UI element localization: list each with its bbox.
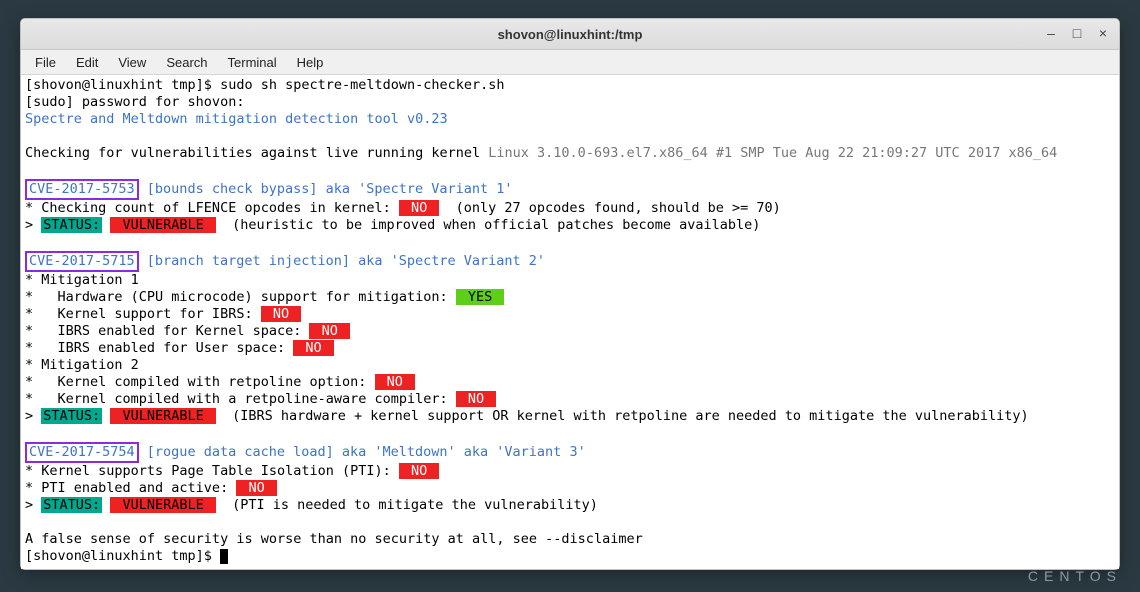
window-controls: – □ × <box>1041 23 1113 43</box>
status-prefix: > <box>25 497 41 513</box>
no-badge: NO <box>236 480 277 496</box>
cve-2017-5754-id: CVE-2017-5754 <box>29 444 135 460</box>
menu-terminal[interactable]: Terminal <box>218 53 287 72</box>
mitigation-1: * Mitigation 1 <box>25 272 139 288</box>
cve-2017-5753-id: CVE-2017-5753 <box>29 181 135 197</box>
cve-2017-5754-desc: [rogue data cache load] aka 'Meltdown' a… <box>139 444 586 460</box>
cve3-pti-line: * Kernel supports Page Table Isolation (… <box>25 463 399 479</box>
menu-view[interactable]: View <box>108 53 156 72</box>
vulnerable-badge: VULNERABLE <box>110 408 216 424</box>
no-badge: NO <box>293 340 334 356</box>
prompt: [shovon@linuxhint tmp]$ <box>25 77 220 93</box>
cve-2017-5753-desc: [bounds check bypass] aka 'Spectre Varia… <box>139 181 513 197</box>
cve2-ibrs-user-line: * IBRS enabled for User space: <box>25 340 293 356</box>
menu-search[interactable]: Search <box>156 53 217 72</box>
cve2-status-suffix: (IBRS hardware + kernel support OR kerne… <box>216 408 1029 424</box>
cve-2017-5715-box: CVE-2017-5715 <box>25 251 139 272</box>
cve-2017-5753-box: CVE-2017-5753 <box>25 179 139 200</box>
cve2-ibrs-kernel-line: * IBRS enabled for Kernel space: <box>25 323 309 339</box>
no-badge: NO <box>456 391 497 407</box>
cve3-status-suffix: (PTI is needed to mitigate the vulnerabi… <box>216 497 598 513</box>
status-label: STATUS: <box>41 497 102 513</box>
minimize-button[interactable]: – <box>1041 23 1061 43</box>
maximize-button[interactable]: □ <box>1067 23 1087 43</box>
cve3-pti-enabled-line: * PTI enabled and active: <box>25 480 236 496</box>
disclaimer-line: A false sense of security is worse than … <box>25 531 643 547</box>
cve1-check-suffix: (only 27 opcodes found, should be >= 70) <box>439 200 780 216</box>
desktop-branding: CENTOS <box>1028 568 1122 584</box>
cve2-retpoline-compiler-line: * Kernel compiled with a retpoline-aware… <box>25 391 456 407</box>
menu-file[interactable]: File <box>25 53 66 72</box>
cve2-ibrs-line: * Kernel support for IBRS: <box>25 306 261 322</box>
close-button[interactable]: × <box>1093 23 1113 43</box>
no-badge: NO <box>261 306 302 322</box>
no-badge: NO <box>399 463 440 479</box>
tool-header: Spectre and Meltdown mitigation detectio… <box>25 111 448 127</box>
sudo-line: [sudo] password for shovon: <box>25 94 244 110</box>
mitigation-2: * Mitigation 2 <box>25 357 139 373</box>
kernel-info: Linux 3.10.0-693.el7.x86_64 #1 SMP Tue A… <box>488 145 1057 161</box>
vulnerable-badge: VULNERABLE <box>110 497 216 513</box>
cve1-status-suffix: (heuristic to be improved when official … <box>216 217 761 233</box>
command: sudo sh spectre-meltdown-checker.sh <box>220 77 504 93</box>
no-badge: NO <box>399 200 440 216</box>
cve-2017-5754-box: CVE-2017-5754 <box>25 442 139 463</box>
titlebar: shovon@linuxhint:/tmp – □ × <box>21 19 1119 50</box>
menu-edit[interactable]: Edit <box>66 53 108 72</box>
vulnerable-badge: VULNERABLE <box>110 217 216 233</box>
menubar: File Edit View Search Terminal Help <box>21 50 1119 75</box>
status-label: STATUS: <box>41 408 102 424</box>
yes-badge: YES <box>456 289 505 305</box>
terminal-content[interactable]: [shovon@linuxhint tmp]$ sudo sh spectre-… <box>21 75 1119 569</box>
status-label: STATUS: <box>41 217 102 233</box>
checking-prefix: Checking for vulnerabilities against liv… <box>25 145 488 161</box>
status-prefix: > <box>25 408 41 424</box>
cve-2017-5715-desc: [branch target injection] aka 'Spectre V… <box>139 253 545 269</box>
window-title: shovon@linuxhint:/tmp <box>498 27 643 42</box>
prompt: [shovon@linuxhint tmp]$ <box>25 548 220 564</box>
cve1-check-line: * Checking count of LFENCE opcodes in ke… <box>25 200 399 216</box>
cve-2017-5715-id: CVE-2017-5715 <box>29 253 135 269</box>
cve2-hw-line: * Hardware (CPU microcode) support for m… <box>25 289 456 305</box>
no-badge: NO <box>375 374 416 390</box>
terminal-window: shovon@linuxhint:/tmp – □ × File Edit Vi… <box>20 18 1120 570</box>
status-prefix: > <box>25 217 41 233</box>
menu-help[interactable]: Help <box>287 53 334 72</box>
cve2-retpoline-line: * Kernel compiled with retpoline option: <box>25 374 375 390</box>
no-badge: NO <box>309 323 350 339</box>
cursor <box>220 549 228 564</box>
